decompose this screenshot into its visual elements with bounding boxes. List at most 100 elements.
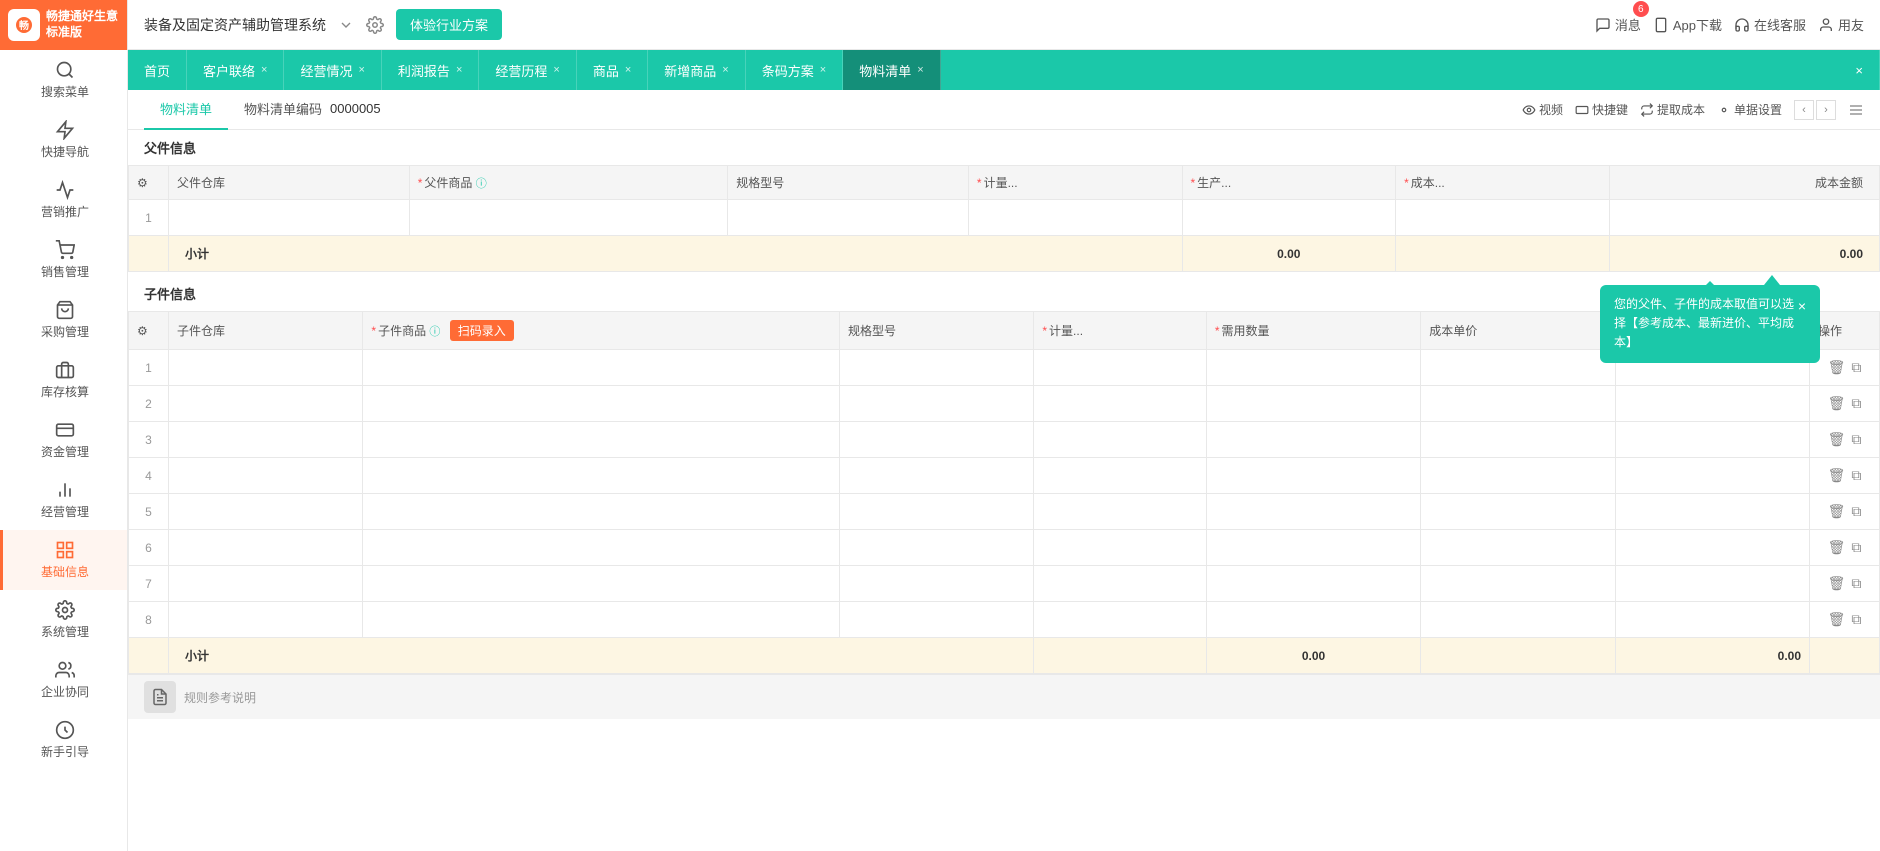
child-row-2-qty[interactable] bbox=[1206, 386, 1420, 422]
child-row-6-qty[interactable] bbox=[1206, 530, 1420, 566]
menu-icon[interactable] bbox=[1848, 102, 1864, 118]
tab-home[interactable]: 首页 bbox=[128, 50, 187, 90]
copy-icon-row-3[interactable]: ⧉ bbox=[1851, 431, 1861, 448]
child-row-4-amount[interactable] bbox=[1615, 458, 1809, 494]
copy-icon-row-1[interactable]: ⧉ bbox=[1851, 359, 1861, 376]
sidebar-item-guide[interactable]: 新手引导 bbox=[0, 710, 127, 770]
child-row-8-qty[interactable] bbox=[1206, 602, 1420, 638]
trial-btn[interactable]: 体验行业方案 bbox=[396, 9, 502, 40]
shortcut-action[interactable]: 快捷键 bbox=[1575, 101, 1628, 118]
delete-icon-row-1[interactable]: 🗑 bbox=[1828, 359, 1846, 376]
child-row-3-spec[interactable] bbox=[839, 422, 1033, 458]
delete-icon-row-4[interactable]: 🗑 bbox=[1828, 467, 1846, 484]
bottom-icon[interactable] bbox=[144, 681, 176, 713]
sidebar-item-search[interactable]: 搜索菜单 bbox=[0, 50, 127, 110]
delete-icon-row-2[interactable]: 🗑 bbox=[1828, 395, 1846, 412]
child-row-2-unit[interactable] bbox=[1034, 386, 1206, 422]
copy-icon-row-7[interactable]: ⧉ bbox=[1851, 575, 1861, 592]
close-newgoods-tab[interactable]: × bbox=[722, 64, 728, 76]
close-all-tab[interactable]: × bbox=[1839, 50, 1880, 90]
parent-row-1-production[interactable] bbox=[1182, 200, 1396, 236]
copy-icon-row-4[interactable]: ⧉ bbox=[1851, 467, 1861, 484]
child-row-6-spec[interactable] bbox=[839, 530, 1033, 566]
parent-row-1-unit[interactable] bbox=[968, 200, 1182, 236]
delete-icon-row-8[interactable]: 🗑 bbox=[1828, 611, 1846, 628]
parent-row-1-product[interactable] bbox=[409, 200, 728, 236]
delete-icon-row-3[interactable]: 🗑 bbox=[1828, 431, 1846, 448]
tab-goods[interactable]: 商品 × bbox=[577, 50, 648, 90]
sidebar-item-purchase[interactable]: 采购管理 bbox=[0, 290, 127, 350]
view-action[interactable]: 视频 bbox=[1522, 101, 1563, 118]
parent-col-setting[interactable]: ⚙ bbox=[129, 166, 169, 200]
child-row-7-unit[interactable] bbox=[1034, 566, 1206, 602]
child-row-2-unit-cost[interactable] bbox=[1421, 386, 1615, 422]
child-row-4-qty[interactable] bbox=[1206, 458, 1420, 494]
tab-bom[interactable]: 物料清单 × bbox=[843, 50, 940, 90]
child-row-1-qty[interactable] bbox=[1206, 350, 1420, 386]
child-row-6-warehouse[interactable] bbox=[169, 530, 363, 566]
sidebar-item-corp[interactable]: 企业协同 bbox=[0, 650, 127, 710]
child-row-4-unit[interactable] bbox=[1034, 458, 1206, 494]
child-row-8-spec[interactable] bbox=[839, 602, 1033, 638]
child-row-6-amount[interactable] bbox=[1615, 530, 1809, 566]
close-customer-tab[interactable]: × bbox=[261, 64, 267, 76]
child-row-2-product[interactable] bbox=[363, 386, 840, 422]
parent-row-1-warehouse[interactable] bbox=[169, 200, 410, 236]
tab-customer[interactable]: 客户联络 × bbox=[187, 50, 284, 90]
child-row-7-warehouse[interactable] bbox=[169, 566, 363, 602]
child-row-7-amount[interactable] bbox=[1615, 566, 1809, 602]
tab-barcode[interactable]: 条码方案 × bbox=[746, 50, 843, 90]
child-row-5-spec[interactable] bbox=[839, 494, 1033, 530]
tab-profit[interactable]: 利润报告 × bbox=[382, 50, 479, 90]
sidebar-item-finance[interactable]: 资金管理 bbox=[0, 410, 127, 470]
message-action[interactable]: 消息 6 bbox=[1595, 15, 1641, 34]
child-row-4-product[interactable] bbox=[363, 458, 840, 494]
child-row-5-amount[interactable] bbox=[1615, 494, 1809, 530]
child-row-6-product[interactable] bbox=[363, 530, 840, 566]
child-row-2-amount[interactable] bbox=[1615, 386, 1809, 422]
copy-icon-row-6[interactable]: ⧉ bbox=[1851, 539, 1861, 556]
parent-row-1-amount[interactable] bbox=[1609, 200, 1879, 236]
extract-cost-action[interactable]: 提取成本 bbox=[1640, 101, 1705, 118]
child-row-5-qty[interactable] bbox=[1206, 494, 1420, 530]
settings-icon[interactable] bbox=[366, 16, 384, 34]
child-row-4-spec[interactable] bbox=[839, 458, 1033, 494]
child-row-1-warehouse[interactable] bbox=[169, 350, 363, 386]
tab-history[interactable]: 经营历程 × bbox=[479, 50, 576, 90]
tab-newgoods[interactable]: 新增商品 × bbox=[648, 50, 745, 90]
copy-icon-row-2[interactable]: ⧉ bbox=[1851, 395, 1861, 412]
sub-tab-bom-list[interactable]: 物料清单 bbox=[144, 90, 228, 130]
close-bom-tab[interactable]: × bbox=[917, 64, 923, 76]
sidebar-item-quicknav[interactable]: 快捷导航 bbox=[0, 110, 127, 170]
parent-row-1-cost[interactable] bbox=[1396, 200, 1610, 236]
child-row-5-product[interactable] bbox=[363, 494, 840, 530]
close-goods-tab[interactable]: × bbox=[625, 64, 631, 76]
single-settings-action[interactable]: 单据设置 bbox=[1717, 101, 1782, 118]
child-row-8-unit-cost[interactable] bbox=[1421, 602, 1615, 638]
child-row-5-unit-cost[interactable] bbox=[1421, 494, 1615, 530]
child-row-8-product[interactable] bbox=[363, 602, 840, 638]
scan-btn[interactable]: 扫码录入 bbox=[450, 320, 514, 341]
child-row-3-amount[interactable] bbox=[1615, 422, 1809, 458]
online-service-action[interactable]: 在线客服 bbox=[1734, 15, 1806, 34]
child-row-7-qty[interactable] bbox=[1206, 566, 1420, 602]
child-row-3-warehouse[interactable] bbox=[169, 422, 363, 458]
child-row-6-unit[interactable] bbox=[1034, 530, 1206, 566]
close-operations-tab[interactable]: × bbox=[358, 64, 364, 76]
sidebar-item-inventory[interactable]: 库存核算 bbox=[0, 350, 127, 410]
child-row-5-unit[interactable] bbox=[1034, 494, 1206, 530]
child-row-4-warehouse[interactable] bbox=[169, 458, 363, 494]
tab-operations[interactable]: 经营情况 × bbox=[284, 50, 381, 90]
child-row-5-warehouse[interactable] bbox=[169, 494, 363, 530]
child-row-3-unit-cost[interactable] bbox=[1421, 422, 1615, 458]
sidebar-item-sales[interactable]: 销售管理 bbox=[0, 230, 127, 290]
tooltip-close-btn[interactable]: × bbox=[1798, 295, 1806, 317]
copy-icon-row-8[interactable]: ⧉ bbox=[1851, 611, 1861, 628]
sidebar-item-marketing[interactable]: 营销推广 bbox=[0, 170, 127, 230]
child-col-setting[interactable]: ⚙ bbox=[129, 312, 169, 350]
sub-tab-bom-code[interactable]: 物料清单编码 0000005 bbox=[228, 90, 397, 130]
copy-icon-row-5[interactable]: ⧉ bbox=[1851, 503, 1861, 520]
close-history-tab[interactable]: × bbox=[553, 64, 559, 76]
delete-icon-row-5[interactable]: 🗑 bbox=[1828, 503, 1846, 520]
close-barcode-tab[interactable]: × bbox=[820, 64, 826, 76]
